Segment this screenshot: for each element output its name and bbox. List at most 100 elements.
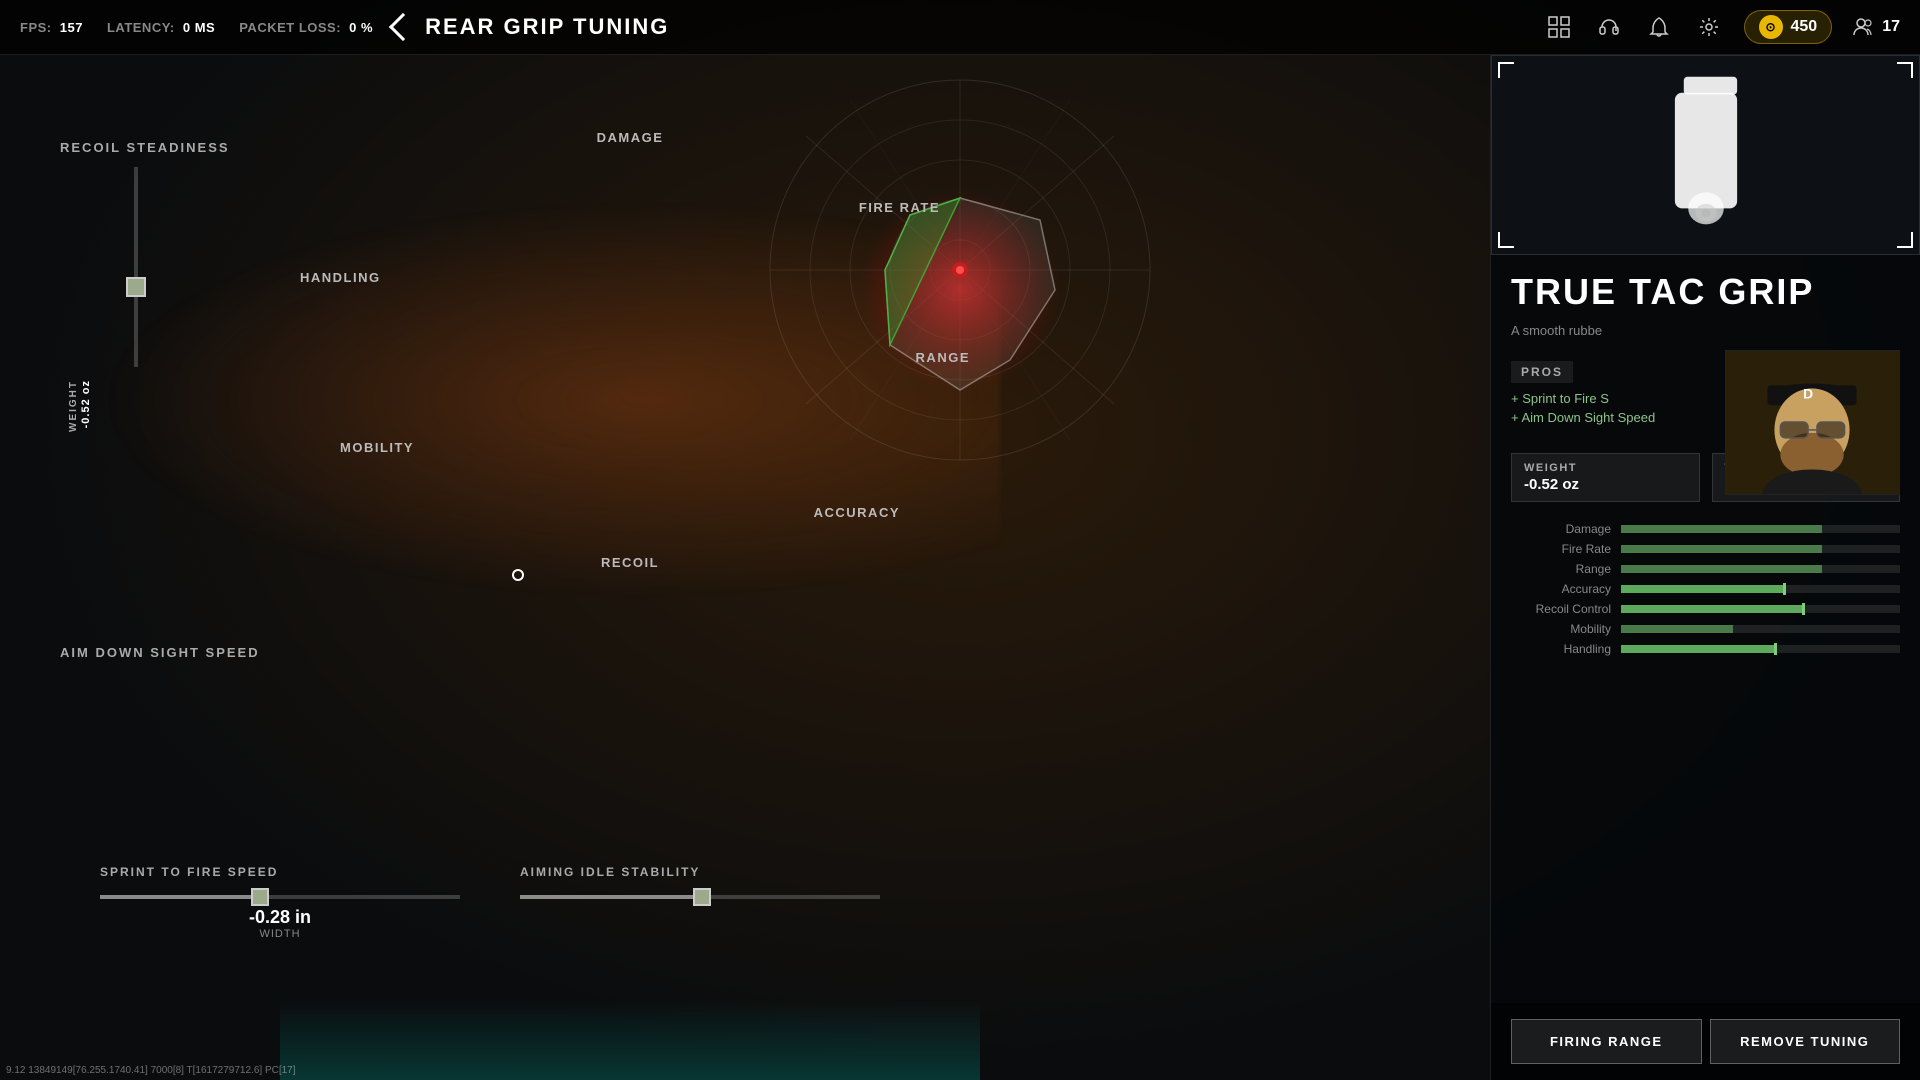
stat-bar-fill	[1621, 645, 1774, 653]
stat-row: Fire Rate	[1511, 542, 1900, 556]
latency-label: LATENCY:	[107, 20, 175, 35]
stat-bars: Damage Fire Rate Range Accuracy Recoil Contr…	[1491, 518, 1920, 678]
firing-range-button[interactable]: FIRING RANGE	[1511, 1019, 1702, 1064]
recoil-label: RECOIL	[601, 555, 659, 570]
stat-bar-fill	[1621, 545, 1822, 553]
back-button[interactable]: REAR GRIP TUNING	[393, 14, 669, 40]
aiming-slider-track[interactable]	[520, 895, 880, 899]
streamer-cam: D	[1725, 350, 1900, 495]
stat-bar-track	[1621, 605, 1900, 613]
weight-tuning-box: WEIGHT -0.52 oz	[1511, 453, 1700, 502]
currency-icon: ⊙	[1759, 15, 1783, 39]
weight-tuning-value: -0.52 oz	[1524, 476, 1687, 493]
packet-loss-value: 0 %	[349, 20, 373, 35]
sprint-slider-track[interactable]	[100, 895, 460, 899]
stat-bar-marker	[1774, 643, 1777, 655]
stat-name: Accuracy	[1511, 582, 1611, 596]
sprint-slider-group: SPRINT TO FIRE SPEED -0.28 in WIDTH	[100, 865, 460, 940]
stat-row: Range	[1511, 562, 1900, 576]
stat-row: Accuracy	[1511, 582, 1900, 596]
fire-rate-label: FIRE RATE	[859, 200, 940, 215]
hud-right: ⊙ 450 17	[1544, 10, 1901, 44]
range-label: RANGE	[916, 350, 970, 365]
currency-amount: 450	[1791, 18, 1818, 36]
stat-bar-fill	[1621, 585, 1783, 593]
ads-label: AIM DOWN SIGHT SPEED	[60, 645, 260, 660]
sprint-slider-sublabel: WIDTH	[100, 928, 460, 940]
recoil-steadiness-title: RECOIL STEADINESS	[60, 140, 240, 155]
corner-tr	[1897, 62, 1913, 78]
attachment-desc: A smooth rubbe	[1491, 321, 1920, 353]
bell-icon[interactable]	[1644, 12, 1674, 42]
stat-bar-marker	[1802, 603, 1805, 615]
aiming-slider-group: AIMING IDLE STABILITY	[520, 865, 880, 940]
back-arrow-icon	[389, 13, 417, 41]
stat-bar-track	[1621, 625, 1900, 633]
gear-icon[interactable]	[1694, 12, 1724, 42]
stat-row: Damage	[1511, 522, 1900, 536]
stat-row: Recoil Control	[1511, 602, 1900, 616]
players-count: 17	[1852, 16, 1900, 38]
fps-value: 157	[60, 20, 83, 35]
latency-stat: LATENCY: 0 MS	[107, 20, 215, 35]
recoil-slider-thumb[interactable]	[126, 277, 146, 297]
hud-stats: FPS: 157 LATENCY: 0 MS PACKET LOSS: 0 %	[20, 20, 373, 35]
stat-bar-marker	[1783, 583, 1786, 595]
accuracy-label: ACCURACY	[814, 505, 900, 520]
stat-bar-fill	[1621, 605, 1802, 613]
stat-bar-track	[1621, 525, 1900, 533]
page-title: REAR GRIP TUNING	[425, 14, 669, 40]
recoil-slider-container[interactable]	[130, 167, 142, 367]
cam-face: D	[1726, 351, 1899, 494]
stat-bar-fill	[1621, 625, 1733, 633]
attachment-image	[1641, 75, 1771, 235]
corner-tl	[1498, 62, 1514, 78]
currency-display: ⊙ 450	[1744, 10, 1833, 44]
stat-bar-fill	[1621, 565, 1822, 573]
bottom-sliders: SPRINT TO FIRE SPEED -0.28 in WIDTH AIMI…	[100, 865, 880, 940]
stat-name: Handling	[1511, 642, 1611, 656]
stat-bar-track	[1621, 565, 1900, 573]
radar-labels-container: DAMAGE FIRE RATE RANGE ACCURACY RECOIL M…	[280, 120, 980, 620]
stat-name: Recoil Control	[1511, 602, 1611, 616]
stat-name: Mobility	[1511, 622, 1611, 636]
stat-bar-track	[1621, 645, 1900, 653]
headphones-icon[interactable]	[1594, 12, 1624, 42]
handling-label: HANDLING	[300, 270, 381, 285]
packet-loss-stat: PACKET LOSS: 0 %	[239, 20, 373, 35]
grid-icon[interactable]	[1544, 12, 1574, 42]
latency-value: 0 MS	[183, 20, 215, 35]
weight-tuning-label: WEIGHT	[1524, 462, 1687, 474]
radar-glow	[280, 1000, 980, 1080]
packet-loss-label: PACKET LOSS:	[239, 20, 341, 35]
sprint-slider-value: -0.28 in	[100, 907, 460, 928]
stat-name: Fire Rate	[1511, 542, 1611, 556]
stat-bar-track	[1621, 545, 1900, 553]
corner-br	[1897, 232, 1913, 248]
svg-text:D: D	[1803, 385, 1813, 401]
recoil-slider-track	[134, 167, 138, 367]
weight-vertical-label: WEIGHT	[68, 380, 79, 432]
stat-name: Range	[1511, 562, 1611, 576]
damage-label: DAMAGE	[597, 130, 664, 145]
weight-vertical-value: -0.52 oz	[80, 380, 92, 428]
stat-bar-track	[1621, 585, 1900, 593]
sprint-slider-title: SPRINT TO FIRE SPEED	[100, 865, 460, 879]
players-number: 17	[1882, 18, 1900, 36]
sprint-slider-thumb[interactable]	[251, 888, 269, 906]
right-panel: D TRUE TAC GRIP A smooth rubbe PROS + Sp…	[1490, 55, 1920, 1080]
left-panel: RECOIL STEADINESS	[60, 140, 240, 367]
stat-bar-fill	[1621, 525, 1822, 533]
hud-bar: FPS: 157 LATENCY: 0 MS PACKET LOSS: 0 % …	[0, 0, 1920, 55]
stat-row: Mobility	[1511, 622, 1900, 636]
aiming-slider-thumb[interactable]	[693, 888, 711, 906]
aiming-slider-title: AIMING IDLE STABILITY	[520, 865, 880, 879]
stat-name: Damage	[1511, 522, 1611, 536]
remove-tuning-button[interactable]: REMOVE TUNING	[1710, 1019, 1901, 1064]
stat-row: Handling	[1511, 642, 1900, 656]
debug-coords: 9.12 13849149[76.255.1740.41] 7000[8] T[…	[0, 1063, 302, 1078]
mobility-label: MOBILITY	[340, 440, 414, 455]
attachment-name: TRUE TAC GRIP	[1491, 255, 1920, 321]
fps-stat: FPS: 157	[20, 20, 83, 35]
bottom-buttons: FIRING RANGE REMOVE TUNING	[1491, 1003, 1920, 1080]
